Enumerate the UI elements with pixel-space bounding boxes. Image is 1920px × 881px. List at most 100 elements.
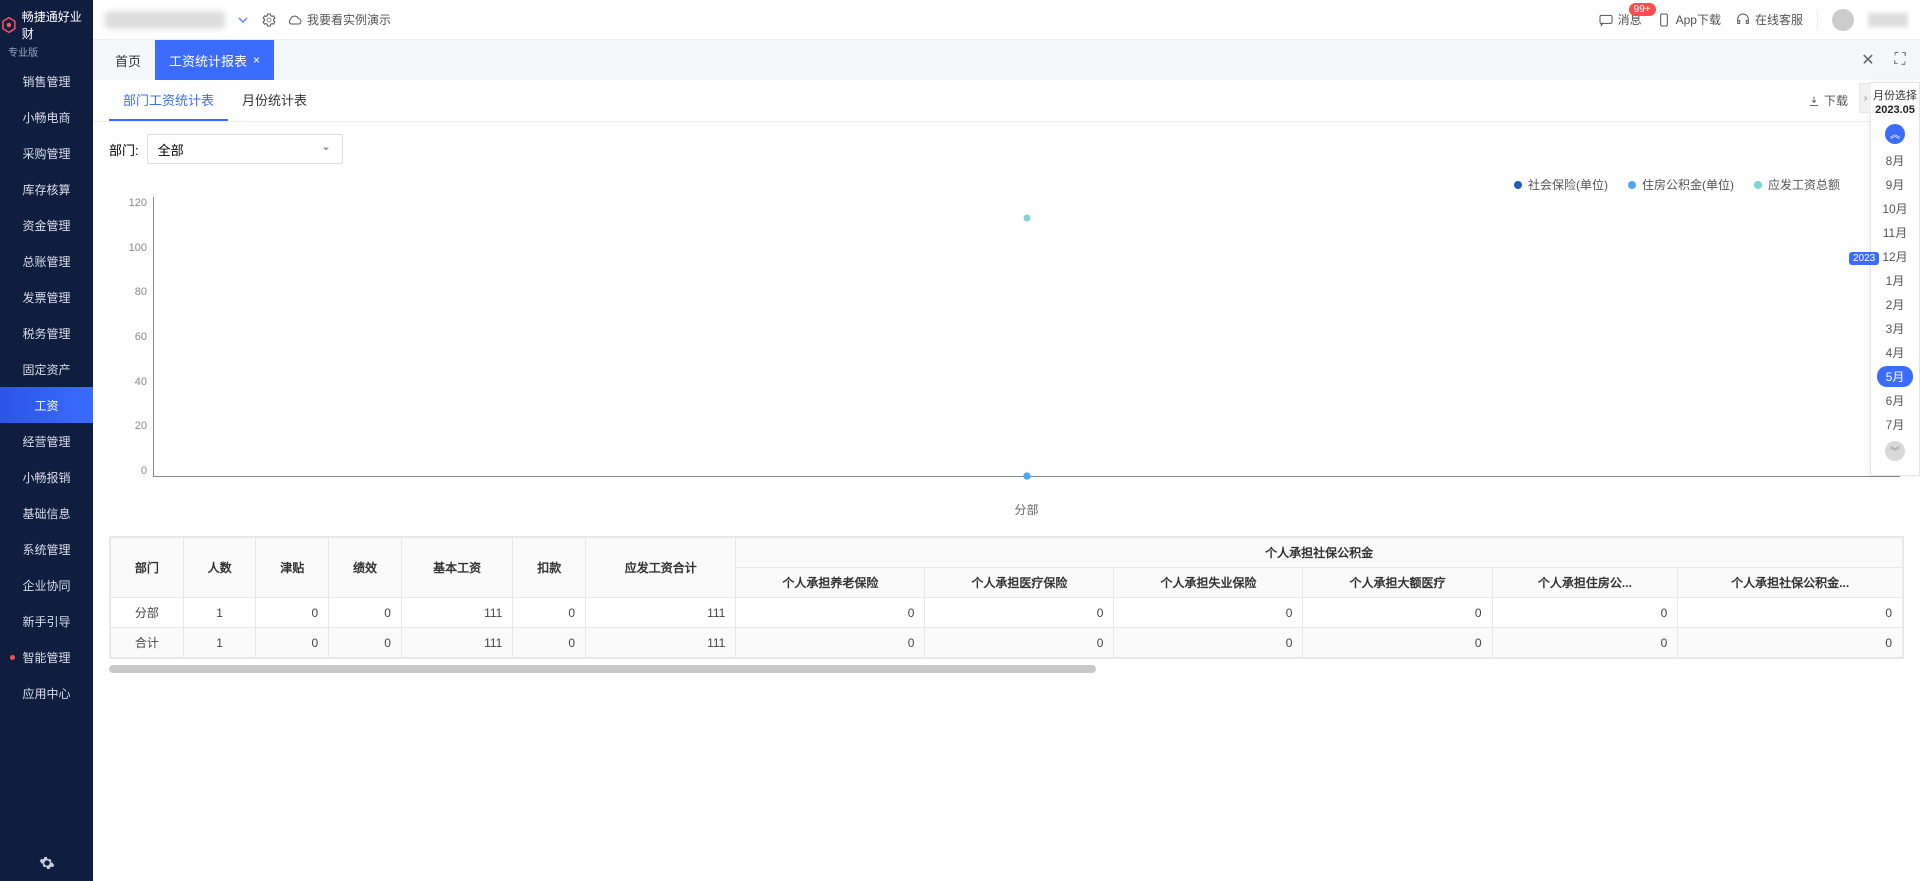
chart-legend: 社会保险(单位) 住房公积金(单位) 应发工资总额 xyxy=(113,176,1900,193)
col-header: 津贴 xyxy=(256,538,329,598)
sidebar-item-系统管理[interactable]: 系统管理 xyxy=(0,531,93,567)
sidebar-item-资金管理[interactable]: 资金管理 xyxy=(0,207,93,243)
sidebar-item-小畅报销[interactable]: 小畅报销 xyxy=(0,459,93,495)
filter-row: 部门: 全部 xyxy=(93,122,1920,176)
col-header: 基本工资 xyxy=(401,538,512,598)
month-option[interactable]: 1月 xyxy=(1877,270,1913,291)
demo-link[interactable]: 我要看实例演示 xyxy=(287,11,391,28)
month-option[interactable]: 11月 xyxy=(1877,222,1913,243)
subtab-月份统计表[interactable]: 月份统计表 xyxy=(228,80,321,121)
month-option[interactable]: 12月 xyxy=(1877,246,1913,267)
sidebar-item-销售管理[interactable]: 销售管理 xyxy=(0,63,93,99)
month-option[interactable]: 5月 xyxy=(1877,366,1913,387)
col-group-header: 个人承担社保公积金 xyxy=(736,538,1903,568)
chart-area: 社会保险(单位)住房公积金(单位)应发工资总额 120100806040200 … xyxy=(93,176,1920,526)
horizontal-scrollbar[interactable] xyxy=(109,665,1904,673)
month-panel-title: 月份选择 xyxy=(1873,89,1917,103)
app-edition: 专业版 xyxy=(0,44,38,59)
month-option[interactable]: 7月 xyxy=(1877,414,1913,435)
app-name: 畅捷通好业财 xyxy=(22,8,93,42)
app-logo-icon xyxy=(0,16,18,34)
month-option[interactable]: 2月 xyxy=(1877,294,1913,315)
month-option[interactable]: 6月 xyxy=(1877,390,1913,411)
sidebar-item-采购管理[interactable]: 采购管理 xyxy=(0,135,93,171)
sidebar-item-发票管理[interactable]: 发票管理 xyxy=(0,279,93,315)
tab-close-icon[interactable]: × xyxy=(253,53,260,67)
month-selector-panel: › 月份选择 2023.05 ︽ 8月9月10月11月12月1月20232月3月… xyxy=(1870,82,1920,476)
col-header: 个人承担医疗保险 xyxy=(925,568,1114,598)
month-list: 8月9月10月11月12月1月20232月3月4月5月6月7月 xyxy=(1877,150,1913,435)
phone-icon xyxy=(1656,12,1672,28)
gear-icon[interactable] xyxy=(261,12,277,28)
month-panel-selected: 2023.05 xyxy=(1873,103,1917,117)
cloud-icon xyxy=(287,12,303,28)
avatar[interactable] xyxy=(1832,9,1854,31)
col-header: 个人承担大额医疗 xyxy=(1303,568,1492,598)
col-header: 个人承担住房公... xyxy=(1492,568,1678,598)
chart-y-axis: 120100806040200 xyxy=(113,197,153,477)
col-header: 人数 xyxy=(183,538,256,598)
month-panel-collapse[interactable]: › xyxy=(1859,83,1871,113)
chart-x-label: 分部 xyxy=(113,501,1900,518)
chart-point xyxy=(1024,473,1031,480)
data-table-wrap: 部门人数津贴绩效基本工资扣款应发工资合计个人承担社保公积金个人承担养老保险个人承… xyxy=(109,536,1904,659)
close-all-tabs-button[interactable]: ✕ xyxy=(1856,48,1880,72)
online-service-link[interactable]: 在线客服 xyxy=(1735,11,1803,28)
username-blurred xyxy=(1868,13,1908,27)
dept-select[interactable]: 全部 xyxy=(147,134,343,164)
legend-item[interactable]: 社会保险(单位) xyxy=(1514,176,1608,193)
sidebar-item-税务管理[interactable]: 税务管理 xyxy=(0,315,93,351)
org-name-blurred xyxy=(105,11,225,29)
sidebar-item-应用中心[interactable]: 应用中心 xyxy=(0,675,93,711)
report-panel: 部门工资统计表月份统计表 下载 刷新 部门: 全部 社会保险(单位)住房公积 xyxy=(93,80,1920,881)
month-option[interactable]: 3月 xyxy=(1877,318,1913,339)
message-icon xyxy=(1598,12,1614,28)
sidebar-item-工资[interactable]: 工资 xyxy=(0,387,93,423)
gear-icon xyxy=(39,855,55,871)
subtab-部门工资统计表[interactable]: 部门工资统计表 xyxy=(109,80,228,121)
col-header: 扣款 xyxy=(513,538,586,598)
col-header: 个人承担失业保险 xyxy=(1114,568,1303,598)
month-option[interactable]: 8月 xyxy=(1877,150,1913,171)
col-header: 绩效 xyxy=(329,538,402,598)
sidebar-item-经营管理[interactable]: 经营管理 xyxy=(0,423,93,459)
legend-item[interactable]: 应发工资总额 xyxy=(1754,176,1840,193)
legend-item[interactable]: 住房公积金(单位) xyxy=(1628,176,1734,193)
col-header: 部门 xyxy=(111,538,184,598)
table-row: 分部1001110111000000 xyxy=(111,598,1903,628)
sidebar: 畅捷通好业财 专业版 销售管理小畅电商采购管理库存核算资金管理总账管理发票管理税… xyxy=(0,0,93,881)
fullscreen-button[interactable]: ⛶ xyxy=(1888,48,1912,72)
download-button[interactable]: 下载 xyxy=(1808,92,1848,109)
month-option[interactable]: 4月 xyxy=(1877,342,1913,363)
download-icon xyxy=(1808,95,1820,107)
sidebar-item-库存核算[interactable]: 库存核算 xyxy=(0,171,93,207)
sidebar-item-基础信息[interactable]: 基础信息 xyxy=(0,495,93,531)
chart-point xyxy=(1024,214,1031,221)
month-scroll-down[interactable]: ︾ xyxy=(1885,441,1905,461)
col-header: 应发工资合计 xyxy=(586,538,736,598)
month-option[interactable]: 9月 xyxy=(1877,174,1913,195)
chevron-down-icon[interactable] xyxy=(235,12,251,28)
sidebar-item-智能管理[interactable]: 智能管理 xyxy=(0,639,93,675)
sidebar-item-企业协同[interactable]: 企业协同 xyxy=(0,567,93,603)
month-option[interactable]: 10月 xyxy=(1877,198,1913,219)
chart-plot xyxy=(153,197,1900,477)
dept-select-value: 全部 xyxy=(158,140,184,159)
tab-首页[interactable]: 首页 xyxy=(101,40,155,80)
messages-link[interactable]: 消息 xyxy=(1598,11,1642,28)
sidebar-item-新手引导[interactable]: 新手引导 xyxy=(0,603,93,639)
col-header: 个人承担社保公积金... xyxy=(1678,568,1903,598)
sidebar-item-小畅电商[interactable]: 小畅电商 xyxy=(0,99,93,135)
dept-filter-label: 部门: xyxy=(109,140,139,159)
month-scroll-up[interactable]: ︽ xyxy=(1885,124,1905,144)
data-table: 部门人数津贴绩效基本工资扣款应发工资合计个人承担社保公积金个人承担养老保险个人承… xyxy=(110,537,1903,658)
main: 我要看实例演示 消息 App下载 在线客服 首页工资统计报表× ✕ xyxy=(93,0,1920,881)
settings-button[interactable] xyxy=(0,845,93,881)
sidebar-item-固定资产[interactable]: 固定资产 xyxy=(0,351,93,387)
page-tabs: 首页工资统计报表× ✕ ⛶ xyxy=(93,40,1920,80)
tab-工资统计报表[interactable]: 工资统计报表× xyxy=(155,40,274,80)
sidebar-item-总账管理[interactable]: 总账管理 xyxy=(0,243,93,279)
app-download-link[interactable]: App下载 xyxy=(1656,11,1721,28)
col-header: 个人承担养老保险 xyxy=(736,568,925,598)
headset-icon xyxy=(1735,12,1751,28)
